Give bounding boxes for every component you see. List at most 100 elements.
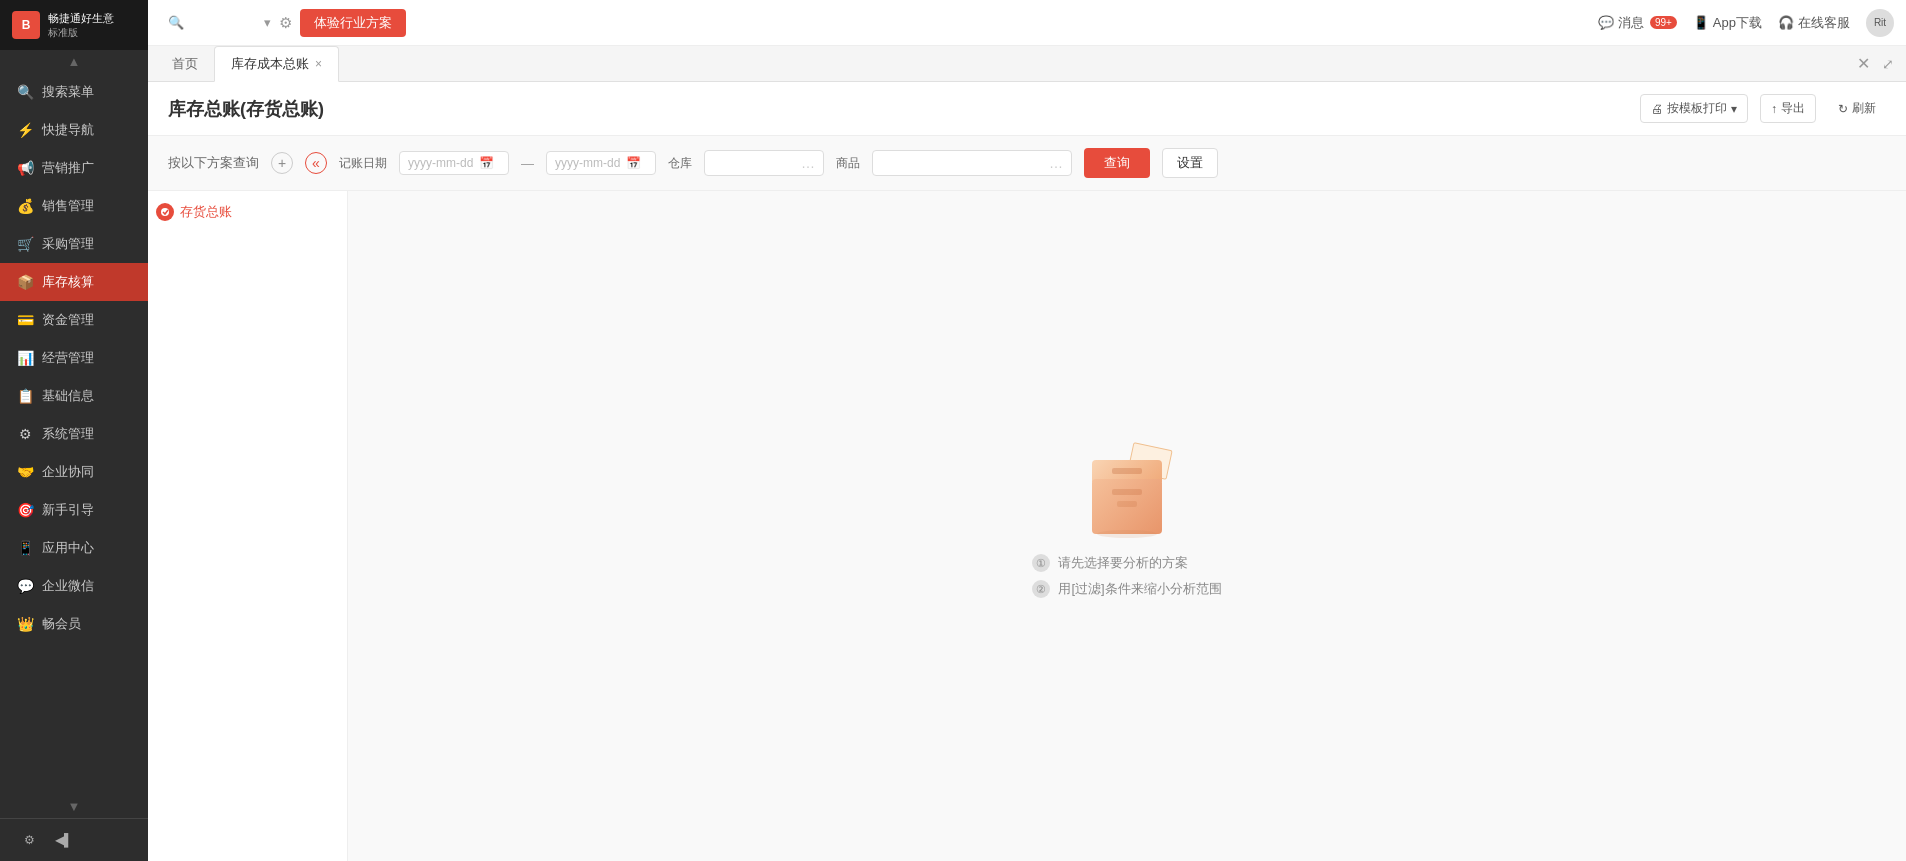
- empty-state: ① 请先选择要分析的方案 ② 用[过滤]条件来缩小分析范围: [348, 191, 1906, 861]
- page-content: 库存总账(存货总账) 🖨 按模板打印 ▾ ↑ 导出 ↻ 刷新 按以下方案查询: [148, 82, 1906, 861]
- scroll-up-btn[interactable]: ▲: [0, 50, 148, 73]
- calendar-from-icon: 📅: [479, 156, 494, 170]
- empty-box-shadow: [1097, 530, 1157, 538]
- sidebar-item-quicknav[interactable]: ⚡ 快捷导航: [0, 111, 148, 149]
- sidebar-footer: ⚙ ◀▌: [0, 818, 148, 861]
- topbar-search[interactable]: 🔍: [160, 11, 256, 34]
- sidebar-item-system[interactable]: ⚙ 系统管理: [0, 415, 148, 453]
- page-title: 库存总账(存货总账): [168, 97, 324, 121]
- basic-icon: 📋: [16, 387, 34, 405]
- empty-hint-1: ① 请先选择要分析的方案: [1032, 554, 1221, 572]
- tab-close-btn[interactable]: ×: [315, 57, 322, 71]
- app-download-btn[interactable]: 📱 App下载: [1693, 14, 1762, 32]
- sidebar-item-basic[interactable]: 📋 基础信息: [0, 377, 148, 415]
- refresh-btn[interactable]: ↻ 刷新: [1828, 95, 1886, 122]
- message-btn[interactable]: 💬 消息 99+: [1598, 14, 1677, 32]
- print-dropdown-icon: ▾: [1731, 102, 1737, 116]
- export-btn[interactable]: ↑ 导出: [1760, 94, 1816, 123]
- date-range-label: 记账日期: [339, 155, 387, 172]
- date-separator: —: [521, 156, 534, 171]
- purchase-icon: 🛒: [16, 235, 34, 253]
- sidebar-item-operations[interactable]: 📊 经营管理: [0, 339, 148, 377]
- marketing-icon: 📢: [16, 159, 34, 177]
- expand-btn[interactable]: ⤢: [1878, 56, 1898, 72]
- body-row: 存货总账: [148, 191, 1906, 861]
- enterprise-icon: 🤝: [16, 463, 34, 481]
- scheme-icon: [156, 203, 174, 221]
- warehouse-label: 仓库: [668, 155, 692, 172]
- export-icon: ↑: [1771, 102, 1777, 116]
- goods-more-icon: …: [1049, 155, 1063, 171]
- settings-footer-btn[interactable]: ⚙: [16, 829, 47, 851]
- print-btn[interactable]: 🖨 按模板打印 ▾: [1640, 94, 1748, 123]
- sidebar-item-marketing[interactable]: 📢 营销推广: [0, 149, 148, 187]
- message-badge: 99+: [1650, 16, 1677, 29]
- side-panel-scroll: 存货总账: [148, 191, 347, 861]
- close-global-btn[interactable]: ✕: [1849, 54, 1878, 73]
- goods-select[interactable]: …: [872, 150, 1072, 176]
- scroll-down-btn[interactable]: ▼: [0, 795, 148, 818]
- print-icon: 🖨: [1651, 102, 1663, 116]
- headset-icon: 🎧: [1778, 15, 1794, 30]
- operations-icon: 📊: [16, 349, 34, 367]
- app-download-icon: 📱: [1693, 15, 1709, 30]
- filter-collapse-btn[interactable]: «: [305, 152, 327, 174]
- topbar-dropdown-btn[interactable]: ▾: [264, 15, 271, 30]
- refresh-icon: ↻: [1838, 102, 1848, 116]
- system-icon: ⚙: [16, 425, 34, 443]
- tab-inventory-ledger[interactable]: 库存成本总账 ×: [214, 46, 339, 82]
- search-icon: 🔍: [16, 83, 34, 101]
- sidebar-item-apps[interactable]: 📱 应用中心: [0, 529, 148, 567]
- sidebar-item-inventory[interactable]: 📦 库存核算: [0, 263, 148, 301]
- filter-label: 按以下方案查询: [168, 154, 259, 172]
- sidebar-item-enterprise[interactable]: 🤝 企业协同: [0, 453, 148, 491]
- calendar-to-icon: 📅: [626, 156, 641, 170]
- page-header: 库存总账(存货总账) 🖨 按模板打印 ▾ ↑ 导出 ↻ 刷新: [148, 82, 1906, 136]
- empty-hints: ① 请先选择要分析的方案 ② 用[过滤]条件来缩小分析范围: [1032, 554, 1221, 598]
- member-icon: 👑: [16, 615, 34, 633]
- query-button[interactable]: 查询: [1084, 148, 1150, 178]
- empty-hint-2: ② 用[过滤]条件来缩小分析范围: [1032, 580, 1221, 598]
- sidebar-item-sales[interactable]: 💰 销售管理: [0, 187, 148, 225]
- sales-icon: 💰: [16, 197, 34, 215]
- filter-add-btn[interactable]: +: [271, 152, 293, 174]
- empty-box: [1082, 454, 1172, 534]
- user-avatar[interactable]: Rit: [1866, 9, 1894, 37]
- wechat-icon: 💬: [16, 577, 34, 595]
- topbar-settings-btn[interactable]: ⚙: [279, 14, 292, 32]
- settings-button[interactable]: 设置: [1162, 148, 1218, 178]
- sidebar-nav: 🔍 搜索菜单 ⚡ 快捷导航 📢 营销推广 💰 销售管理 🛒 采购管理 📦 库存核…: [0, 73, 148, 795]
- solution-button[interactable]: 体验行业方案: [300, 9, 406, 37]
- side-panel: 存货总账: [148, 191, 348, 861]
- sidebar: B 畅捷通好生意 标准版 ▲ 🔍 搜索菜单 ⚡ 快捷导航 📢 营销推广 💰 销售…: [0, 0, 148, 861]
- collapse-sidebar-btn[interactable]: ◀▌: [47, 829, 85, 851]
- warehouse-more-icon: …: [801, 155, 815, 171]
- toggle-sidebar-icon: ◀▌: [55, 833, 73, 847]
- guide-icon: 🎯: [16, 501, 34, 519]
- tab-home[interactable]: 首页: [156, 46, 214, 82]
- online-service-btn[interactable]: 🎧 在线客服: [1778, 14, 1850, 32]
- filter-row: 记账日期 yyyy-mm-dd 📅 — yyyy-mm-dd 📅 仓库 … 商: [339, 148, 1886, 178]
- sidebar-item-finance[interactable]: 💳 资金管理: [0, 301, 148, 339]
- date-from-input[interactable]: yyyy-mm-dd 📅: [399, 151, 509, 175]
- goods-label: 商品: [836, 155, 860, 172]
- quicknav-icon: ⚡: [16, 121, 34, 139]
- settings-footer-icon: ⚙: [24, 833, 35, 847]
- app-logo: B 畅捷通好生意 标准版: [0, 0, 148, 50]
- topbar-right: 💬 消息 99+ 📱 App下载 🎧 在线客服 Rit: [1598, 9, 1894, 37]
- logo-text: 畅捷通好生意 标准版: [48, 11, 114, 38]
- logo-icon: B: [12, 11, 40, 39]
- empty-box-body: [1092, 479, 1162, 534]
- apps-icon: 📱: [16, 539, 34, 557]
- sidebar-item-purchase[interactable]: 🛒 采购管理: [0, 225, 148, 263]
- sidebar-item-guide[interactable]: 🎯 新手引导: [0, 491, 148, 529]
- warehouse-select[interactable]: …: [704, 150, 824, 176]
- sidebar-item-member[interactable]: 👑 畅会员: [0, 605, 148, 643]
- scheme-item-inventory[interactable]: 存货总账: [148, 199, 347, 225]
- sidebar-item-wechat[interactable]: 💬 企业微信: [0, 567, 148, 605]
- filter-bar: 按以下方案查询 + « 记账日期 yyyy-mm-dd 📅 — yyyy-mm-…: [148, 136, 1906, 191]
- topbar: 🔍 ▾ ⚙ 体验行业方案 💬 消息 99+ 📱 App下载 🎧 在线客服 Rit: [148, 0, 1906, 46]
- sidebar-item-search[interactable]: 🔍 搜索菜单: [0, 73, 148, 111]
- date-to-input[interactable]: yyyy-mm-dd 📅: [546, 151, 656, 175]
- page-header-actions: 🖨 按模板打印 ▾ ↑ 导出 ↻ 刷新: [1640, 94, 1886, 123]
